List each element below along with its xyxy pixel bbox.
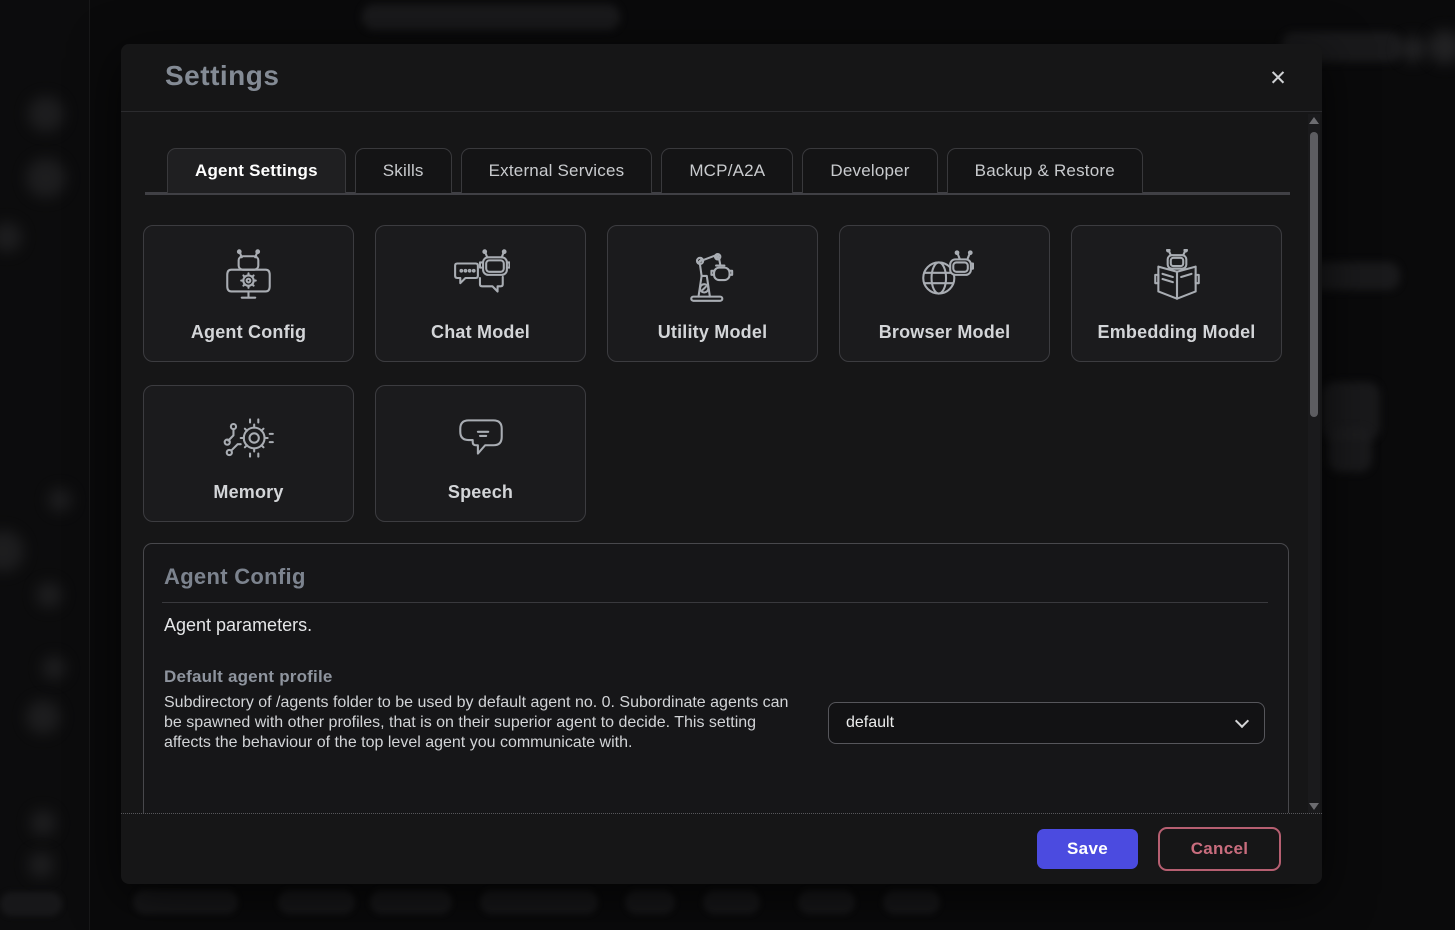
blurred-chip	[703, 890, 760, 914]
card-chat-model[interactable]: Chat Model	[375, 225, 586, 362]
circuit-gear-icon	[220, 409, 278, 472]
blurred-topbar-icon	[1400, 36, 1426, 62]
agent-config-section: Agent Config Agent parameters. Default a…	[143, 543, 1289, 813]
blurred-top-text	[362, 4, 620, 30]
settings-modal: Settings ✕ Agent Settings Skills Externa…	[121, 44, 1322, 884]
scrollbar[interactable]	[1308, 114, 1320, 813]
robot-gear-icon	[220, 249, 278, 312]
tab-external-services[interactable]: External Services	[461, 148, 653, 193]
blurred-sidebar-icon	[30, 810, 56, 836]
settings-card-grid: Agent Config Chat Model	[143, 225, 1309, 522]
speech-bubble-icon	[452, 409, 510, 472]
blurred-topbar-icon	[1428, 30, 1455, 64]
background-sidebar	[0, 0, 90, 930]
card-speech[interactable]: Speech	[375, 385, 586, 522]
robot-book-icon	[1148, 249, 1206, 312]
blurred-sidebar-icon	[28, 96, 64, 132]
blurred-chip	[883, 890, 940, 914]
section-divider	[162, 602, 1268, 603]
tab-mcp-a2a[interactable]: MCP/A2A	[661, 148, 793, 193]
scroll-up-icon[interactable]	[1309, 117, 1319, 124]
blurred-sidebar-icon	[26, 700, 60, 734]
scroll-down-icon[interactable]	[1309, 803, 1319, 810]
card-label: Browser Model	[879, 322, 1011, 343]
card-label: Utility Model	[658, 322, 768, 343]
blurred-chip	[0, 892, 62, 916]
tab-agent-settings[interactable]: Agent Settings	[167, 148, 346, 193]
tab-skills[interactable]: Skills	[355, 148, 452, 193]
card-label: Memory	[213, 482, 283, 503]
field-description: Subdirectory of /agents folder to be use…	[164, 693, 798, 753]
blurred-sidebar-icon	[26, 158, 66, 198]
tab-developer[interactable]: Developer	[802, 148, 937, 193]
section-title: Agent Config	[164, 564, 306, 590]
modal-footer: Save Cancel	[121, 813, 1322, 884]
blurred-panel-icon	[1328, 428, 1372, 472]
card-label: Speech	[448, 482, 513, 503]
chat-robot-icon	[452, 249, 510, 312]
blurred-sidebar-icon	[48, 488, 72, 512]
blurred-chip	[625, 890, 675, 914]
modal-header: Settings ✕	[121, 44, 1322, 112]
blurred-chip	[798, 890, 855, 914]
scrollbar-thumb[interactable]	[1310, 132, 1318, 417]
card-agent-config[interactable]: Agent Config	[143, 225, 354, 362]
chevron-down-icon	[1235, 714, 1249, 728]
blurred-sidebar-icon	[36, 582, 62, 608]
card-label: Embedding Model	[1098, 322, 1256, 343]
select-value: default	[846, 714, 894, 732]
blurred-chip	[133, 890, 238, 914]
blurred-chip	[370, 890, 452, 914]
card-embedding-model[interactable]: Embedding Model	[1071, 225, 1282, 362]
blurred-chip	[278, 890, 355, 914]
robot-arm-icon	[684, 249, 742, 312]
globe-robot-icon	[916, 249, 974, 312]
card-label: Chat Model	[431, 322, 530, 343]
card-browser-model[interactable]: Browser Model	[839, 225, 1050, 362]
card-memory[interactable]: Memory	[143, 385, 354, 522]
blurred-sidebar-icon	[28, 852, 54, 878]
blurred-chip	[480, 890, 598, 914]
blurred-sidebar-icon	[42, 656, 66, 680]
tab-backup-restore[interactable]: Backup & Restore	[947, 148, 1143, 193]
cancel-button[interactable]: Cancel	[1158, 827, 1281, 871]
save-button[interactable]: Save	[1037, 829, 1138, 869]
field-label-default-agent-profile: Default agent profile	[164, 667, 333, 687]
modal-title: Settings	[165, 60, 279, 92]
default-agent-profile-select[interactable]: default	[828, 702, 1265, 744]
card-label: Agent Config	[191, 322, 306, 343]
tab-bar: Agent Settings Skills External Services …	[167, 148, 1143, 193]
modal-body: Agent Settings Skills External Services …	[121, 112, 1322, 813]
section-subtitle: Agent parameters.	[164, 615, 312, 636]
card-utility-model[interactable]: Utility Model	[607, 225, 818, 362]
close-icon[interactable]: ✕	[1264, 64, 1292, 92]
